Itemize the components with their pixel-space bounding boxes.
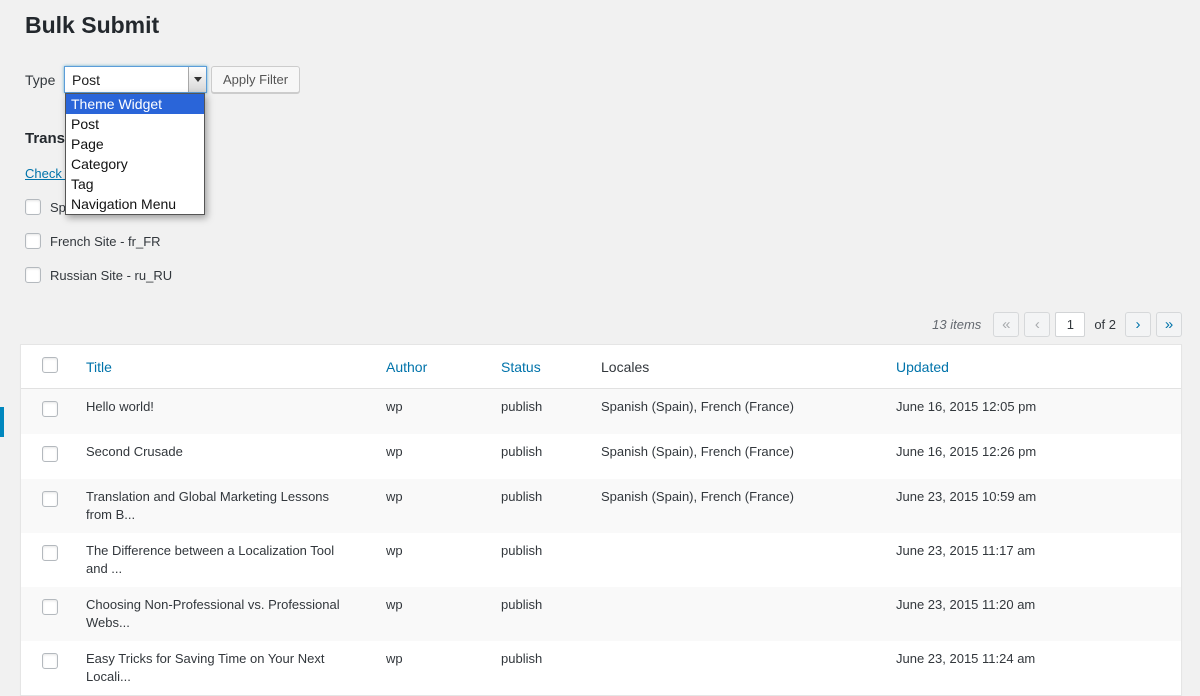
pagination: 13 items « ‹ of 2 › » bbox=[932, 310, 1182, 338]
table-row: The Difference between a Localization To… bbox=[21, 533, 1181, 587]
dropdown-option-navigation-menu[interactable]: Navigation Menu bbox=[66, 194, 204, 214]
admin-menu-edge-indicator bbox=[0, 407, 4, 437]
row-author: wp bbox=[386, 651, 403, 666]
row-title: The Difference between a Localization To… bbox=[86, 543, 335, 576]
select-all-checkbox[interactable] bbox=[42, 357, 58, 373]
column-header-author[interactable]: Author bbox=[371, 345, 486, 389]
next-page-button[interactable]: › bbox=[1125, 311, 1151, 337]
row-status: publish bbox=[501, 489, 543, 504]
dropdown-option-category[interactable]: Category bbox=[66, 154, 204, 174]
bulk-submit-table: Title Author Status Locales Updated Hell… bbox=[20, 344, 1182, 696]
row-locales: Spanish (Spain), French (France) bbox=[601, 444, 794, 459]
table-row: Choosing Non-Professional vs. Profession… bbox=[21, 587, 1181, 641]
row-author: wp bbox=[386, 489, 403, 504]
row-title: Second Crusade bbox=[86, 444, 183, 459]
row-status: publish bbox=[501, 651, 543, 666]
row-title: Easy Tricks for Saving Time on Your Next… bbox=[86, 651, 325, 684]
apply-filter-button[interactable]: Apply Filter bbox=[211, 66, 301, 93]
column-header-locales: Locales bbox=[586, 345, 881, 389]
table-row: Translation and Global Marketing Lessons… bbox=[21, 479, 1181, 533]
row-locales: Spanish (Spain), French (France) bbox=[601, 399, 794, 414]
table-row: Hello world! wp publish Spanish (Spain),… bbox=[21, 388, 1181, 434]
locale-row-french[interactable]: French Site - fr_FR bbox=[25, 231, 173, 251]
row-checkbox[interactable] bbox=[42, 599, 58, 615]
table-row: Easy Tricks for Saving Time on Your Next… bbox=[21, 641, 1181, 695]
column-header-updated[interactable]: Updated bbox=[881, 345, 1181, 389]
row-checkbox[interactable] bbox=[42, 401, 58, 417]
row-status: publish bbox=[501, 543, 543, 558]
row-checkbox[interactable] bbox=[42, 491, 58, 507]
type-filter-label: Type bbox=[25, 72, 56, 88]
dropdown-option-tag[interactable]: Tag bbox=[66, 174, 204, 194]
first-page-button[interactable]: « bbox=[993, 311, 1020, 337]
row-updated: June 23, 2015 11:17 am bbox=[896, 543, 1036, 558]
row-checkbox[interactable] bbox=[42, 653, 58, 669]
type-select[interactable]: Post bbox=[64, 66, 207, 93]
row-author: wp bbox=[386, 444, 403, 459]
dropdown-option-page[interactable]: Page bbox=[66, 134, 204, 154]
row-locales bbox=[586, 587, 881, 641]
row-author: wp bbox=[386, 597, 403, 612]
column-header-title[interactable]: Title bbox=[71, 345, 371, 389]
page-title: Bulk Submit bbox=[25, 12, 160, 38]
row-locales bbox=[586, 533, 881, 587]
row-status: publish bbox=[501, 444, 543, 459]
locale-checkbox-spanish[interactable] bbox=[25, 199, 41, 215]
last-page-button[interactable]: » bbox=[1156, 311, 1182, 337]
table-header-row: Title Author Status Locales Updated bbox=[21, 345, 1181, 389]
row-checkbox[interactable] bbox=[42, 446, 58, 462]
prev-page-button[interactable]: ‹ bbox=[1024, 311, 1051, 337]
table-row: Second Crusade wp publish Spanish (Spain… bbox=[21, 434, 1181, 479]
locale-label: French Site - fr_FR bbox=[50, 233, 161, 249]
row-updated: June 16, 2015 12:05 pm bbox=[896, 399, 1037, 414]
row-status: publish bbox=[501, 399, 543, 414]
dropdown-option-theme-widget[interactable]: Theme Widget bbox=[66, 94, 204, 114]
row-updated: June 23, 2015 11:20 am bbox=[896, 597, 1036, 612]
locale-checkbox-french[interactable] bbox=[25, 233, 41, 249]
dropdown-option-post[interactable]: Post bbox=[66, 114, 204, 134]
row-updated: June 23, 2015 11:24 am bbox=[896, 651, 1036, 666]
row-author: wp bbox=[386, 543, 403, 558]
type-select-dropdown: Theme Widget Post Page Category Tag Navi… bbox=[65, 93, 205, 215]
locale-label: Russian Site - ru_RU bbox=[50, 267, 173, 283]
row-author: wp bbox=[386, 399, 403, 414]
row-checkbox[interactable] bbox=[42, 545, 58, 561]
type-select-value: Post bbox=[72, 71, 101, 88]
row-updated: June 16, 2015 12:26 pm bbox=[896, 444, 1037, 459]
row-locales bbox=[586, 641, 881, 695]
row-title: Translation and Global Marketing Lessons… bbox=[86, 489, 330, 522]
locale-checkbox-russian[interactable] bbox=[25, 267, 41, 283]
current-page-input[interactable] bbox=[1055, 311, 1086, 337]
row-locales: Spanish (Spain), French (France) bbox=[601, 489, 794, 504]
chevron-down-icon bbox=[188, 67, 206, 92]
total-pages-label: of 2 bbox=[1094, 316, 1116, 332]
row-title: Choosing Non-Professional vs. Profession… bbox=[86, 597, 340, 630]
row-status: publish bbox=[501, 597, 543, 612]
items-count: 13 items bbox=[932, 316, 982, 332]
row-updated: June 23, 2015 10:59 am bbox=[896, 489, 1037, 504]
column-header-status[interactable]: Status bbox=[486, 345, 586, 389]
locale-row-russian[interactable]: Russian Site - ru_RU bbox=[25, 265, 173, 285]
row-title: Hello world! bbox=[86, 399, 154, 414]
